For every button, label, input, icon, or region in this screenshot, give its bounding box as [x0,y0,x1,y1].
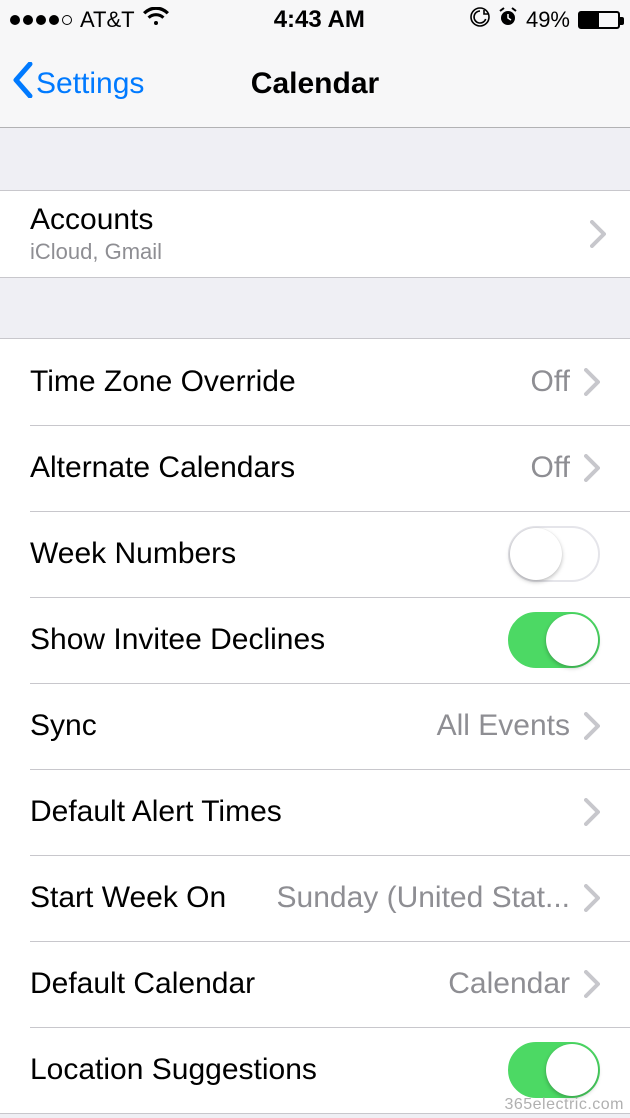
orientation-lock-icon [470,7,490,33]
status-left: AT&T [10,7,169,33]
alternate-calendars-label: Alternate Calendars [30,451,295,485]
signal-strength-icon [10,15,72,25]
back-label: Settings [36,67,144,101]
time-zone-override-value: Off [296,365,570,399]
chevron-right-icon [584,884,600,912]
week-numbers-toggle[interactable] [508,526,600,582]
chevron-right-icon [584,454,600,482]
nav-bar: Settings Calendar [0,40,630,128]
back-button[interactable]: Settings [12,62,144,106]
chevron-right-icon [584,712,600,740]
default-calendar-label: Default Calendar [30,967,255,1001]
start-week-on-value: Sunday (United Stat... [226,881,570,915]
row-show-invitee-declines: Show Invitee Declines [0,597,630,683]
chevron-right-icon [584,368,600,396]
show-invitee-declines-label: Show Invitee Declines [30,623,325,657]
wifi-icon [143,7,169,33]
row-alternate-calendars[interactable]: Alternate Calendars Off [0,425,630,511]
alarm-icon [498,7,518,33]
row-accounts[interactable]: Accounts iCloud, Gmail [0,191,630,277]
battery-icon [578,11,620,29]
battery-percent: 49% [526,7,570,33]
clock-time: 4:43 AM [274,6,365,34]
location-suggestions-label: Location Suggestions [30,1053,317,1087]
accounts-detail: iCloud, Gmail [30,239,162,265]
row-default-alert-times[interactable]: Default Alert Times [0,769,630,855]
default-calendar-value: Calendar [255,967,570,1001]
show-invitee-declines-toggle[interactable] [508,612,600,668]
week-numbers-label: Week Numbers [30,537,236,571]
accounts-label: Accounts [30,203,153,237]
chevron-right-icon [590,220,606,248]
chevron-left-icon [12,62,36,106]
chevron-right-icon [584,798,600,826]
default-alert-times-label: Default Alert Times [30,795,282,829]
location-suggestions-toggle[interactable] [508,1042,600,1098]
time-zone-override-label: Time Zone Override [30,365,296,399]
carrier-label: AT&T [80,7,135,33]
alternate-calendars-value: Off [295,451,570,485]
sync-value: All Events [97,709,570,743]
watermark: 365electric.com [504,1096,624,1114]
chevron-right-icon [584,970,600,998]
row-default-calendar[interactable]: Default Calendar Calendar [0,941,630,1027]
group-calendar-settings: Time Zone Override Off Alternate Calenda… [0,338,630,1114]
row-start-week-on[interactable]: Start Week On Sunday (United Stat... [0,855,630,941]
status-bar: AT&T 4:43 AM 49% [0,0,630,40]
start-week-on-label: Start Week On [30,881,226,915]
row-week-numbers: Week Numbers [0,511,630,597]
group-accounts: Accounts iCloud, Gmail [0,190,630,278]
row-sync[interactable]: Sync All Events [0,683,630,769]
status-right: 49% [470,7,620,33]
row-time-zone-override[interactable]: Time Zone Override Off [0,339,630,425]
sync-label: Sync [30,709,97,743]
